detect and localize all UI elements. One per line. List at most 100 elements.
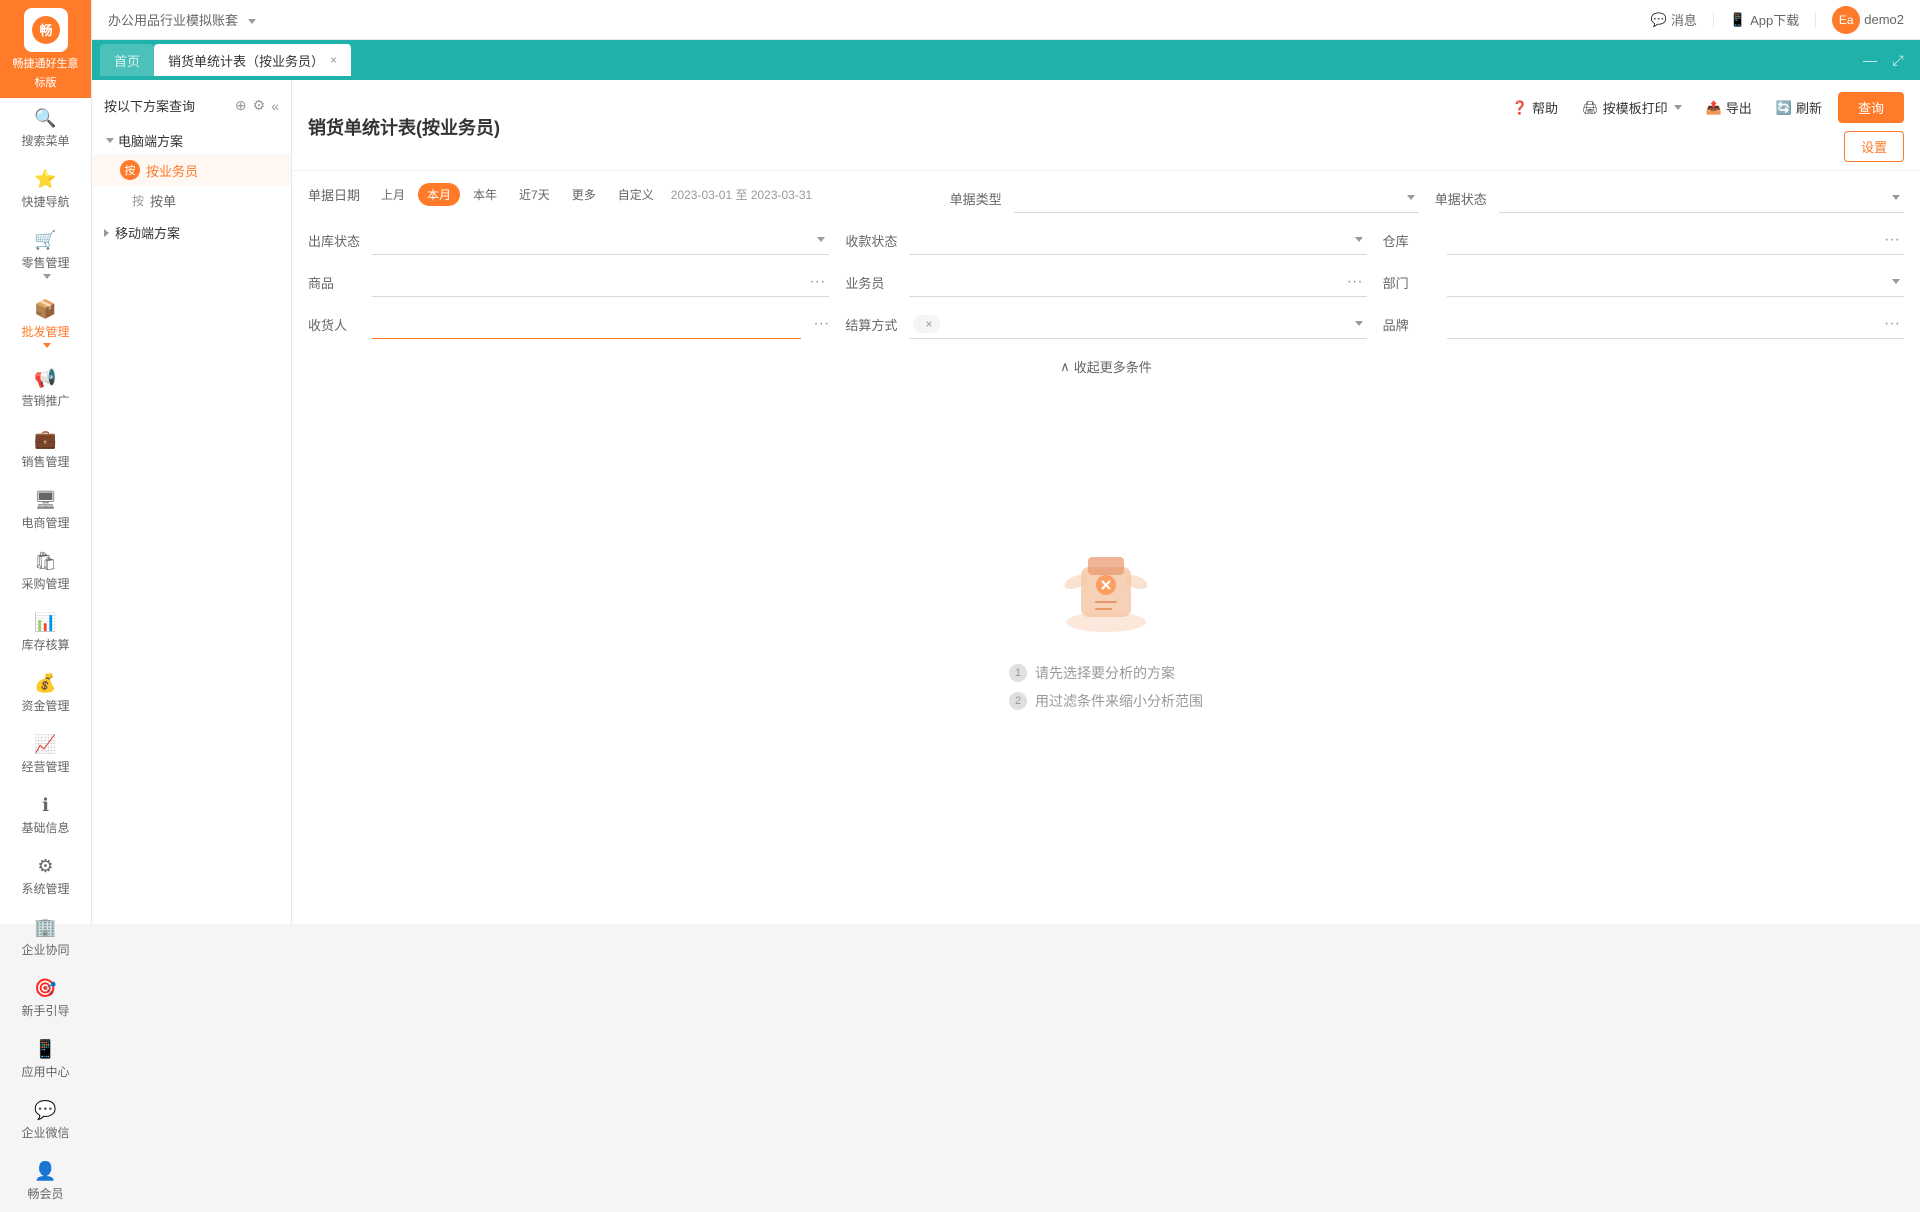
date-btn-last-month[interactable]: 上月 <box>372 183 414 206</box>
order-type-label: 单据类型 <box>950 189 1006 208</box>
order-status-label: 单据状态 <box>1435 189 1491 208</box>
collapse-label: 收起更多条件 <box>1074 357 1152 376</box>
search-menu-icon: 🔍 <box>34 108 56 129</box>
warehouse-dots-icon[interactable]: ··· <box>1884 231 1900 249</box>
mobile-scheme-group: 移动端方案 <box>92 219 291 246</box>
tab-home[interactable]: 首页 <box>100 44 154 76</box>
sidebar-item-member[interactable]: 👤 畅会员 <box>0 1151 91 1212</box>
consignee-input[interactable] <box>372 309 801 339</box>
sidebar-item-enterprise-wechat[interactable]: 💬 企业微信 <box>0 1090 91 1151</box>
scheme-settings-button[interactable]: ⚙ <box>253 97 266 114</box>
date-range-display: 2023-03-01 至 2023-03-31 <box>671 186 812 203</box>
department-field: 部门 <box>1383 267 1904 297</box>
collapse-bar[interactable]: ∧ 收起更多条件 <box>308 351 1904 382</box>
sidebar-item-enterprise[interactable]: 🏢 企业协同 <box>0 907 91 968</box>
message-button[interactable]: 💬 消息 <box>1651 10 1697 29</box>
payment-method-label: 结算方式 <box>845 315 901 334</box>
window-maximize-button[interactable]: ⤢ <box>1888 50 1908 70</box>
print-icon: 🖨 <box>1582 100 1599 116</box>
consignee-dots-icon[interactable]: ··· <box>813 315 829 333</box>
sidebar-item-label: 电商管理 <box>21 514 69 531</box>
filter-row-4: 收货人 ··· 结算方式 × <box>308 309 1904 339</box>
sidebar: 畅 畅捷通好生意 标版 🔍 搜索菜单 ⭐ 快捷导航 🛒 零售管理 📦 批发管理 … <box>0 0 92 924</box>
scheme-item-icon: 按 <box>120 160 140 180</box>
sidebar-item-label: 营销推广 <box>21 392 69 409</box>
print-button[interactable]: 🖨 按模板打印 <box>1574 94 1690 121</box>
date-btn-this-year[interactable]: 本年 <box>464 183 506 206</box>
sidebar-item-label: 销售管理 <box>21 453 69 470</box>
brand-dots-icon[interactable]: ··· <box>1884 315 1900 333</box>
sidebar-item-wholesale[interactable]: 📦 批发管理 <box>0 289 91 358</box>
mobile-scheme-header[interactable]: 移动端方案 <box>92 219 291 246</box>
operations-icon: 📈 <box>34 734 56 755</box>
scheme-item-by-order[interactable]: 按 按单 <box>92 186 291 215</box>
warehouse-field: 仓库 ··· <box>1383 225 1904 255</box>
sidebar-item-quick-nav[interactable]: ⭐ 快捷导航 <box>0 159 91 220</box>
tab-close-icon[interactable]: × <box>330 53 337 67</box>
date-btn-more[interactable]: 更多 <box>563 183 605 206</box>
right-content: 销货单统计表(按业务员) ❓ 帮助 🖨 按模板打印 <box>292 80 1920 924</box>
query-button[interactable]: 查询 <box>1838 92 1904 123</box>
goods-input[interactable]: ··· <box>372 267 829 297</box>
date-btn-7days[interactable]: 近7天 <box>510 183 559 206</box>
user-area[interactable]: Ea demo2 <box>1832 6 1904 34</box>
sidebar-item-inventory[interactable]: 📊 库存核算 <box>0 602 91 663</box>
date-btn-custom[interactable]: 自定义 <box>609 183 663 206</box>
goods-dots-icon[interactable]: ··· <box>809 273 825 291</box>
settings-button[interactable]: 设置 <box>1844 131 1904 162</box>
sidebar-item-search-menu[interactable]: 🔍 搜索菜单 <box>0 98 91 159</box>
refresh-button[interactable]: 🔄 刷新 <box>1768 94 1830 121</box>
export-button[interactable]: 📤 导出 <box>1698 94 1760 121</box>
sidebar-item-new-guide[interactable]: 🎯 新手引导 <box>0 968 91 1029</box>
finance-icon: 💰 <box>34 673 56 694</box>
scheme-item-by-salesperson[interactable]: 按 按业务员 <box>92 154 291 186</box>
payment-tag-close[interactable]: × <box>925 317 932 331</box>
brand-field: 品牌 ··· <box>1383 309 1904 339</box>
window-minimize-button[interactable]: — <box>1860 50 1880 70</box>
sidebar-item-label: 批发管理 <box>21 323 69 340</box>
sidebar-item-retail[interactable]: 🛒 零售管理 <box>0 220 91 289</box>
app-download-button[interactable]: 📱 App下载 <box>1730 10 1799 29</box>
sidebar-item-label: 应用中心 <box>21 1063 69 1080</box>
sidebar-item-marketing[interactable]: 📢 营销推广 <box>0 358 91 419</box>
collapse-panel-button[interactable]: « <box>271 98 279 114</box>
app-logo[interactable]: 畅 畅捷通好生意 标版 <box>0 0 91 98</box>
sidebar-item-base-info[interactable]: ℹ 基础信息 <box>0 785 91 846</box>
logo-icon: 畅 <box>24 8 68 52</box>
order-type-select[interactable] <box>1014 183 1419 213</box>
sidebar-item-sales[interactable]: 💼 销售管理 <box>0 419 91 480</box>
sidebar-item-system[interactable]: ⚙ 系统管理 <box>0 846 91 907</box>
help-label: 帮助 <box>1532 98 1558 117</box>
sidebar-item-label: 零售管理 <box>21 254 69 271</box>
date-btn-this-month[interactable]: 本月 <box>418 183 460 206</box>
sidebar-item-purchase[interactable]: 🛍 采购管理 <box>0 541 91 602</box>
desktop-expand-icon <box>106 138 114 143</box>
salesperson-dots-icon[interactable]: ··· <box>1347 273 1363 291</box>
brand-input[interactable]: ··· <box>1447 309 1904 339</box>
topbar-left: 办公用品行业模拟账套 <box>108 10 256 29</box>
filter-row-2: 出库状态 收款状态 仓库 <box>308 225 1904 255</box>
tab-sales-stat[interactable]: 销货单统计表（按业务员） × <box>154 44 351 76</box>
empty-hint-2: 2 用过滤条件来缩小分析范围 <box>1009 691 1203 711</box>
help-button[interactable]: ❓ 帮助 <box>1504 94 1566 121</box>
order-status-select[interactable] <box>1499 183 1904 213</box>
warehouse-input[interactable]: ··· <box>1447 225 1904 255</box>
sidebar-item-app-center[interactable]: 📱 应用中心 <box>0 1029 91 1090</box>
add-scheme-button[interactable]: ⊕ <box>235 97 247 114</box>
order-type-chevron <box>1407 195 1415 200</box>
empty-illustration <box>1046 527 1166 647</box>
purchase-icon: 🛍 <box>34 551 57 572</box>
receipt-status-select[interactable] <box>909 225 1366 255</box>
sidebar-item-finance[interactable]: 💰 资金管理 <box>0 663 91 724</box>
department-select[interactable] <box>1447 267 1904 297</box>
order-type-field: 单据类型 <box>950 183 1419 213</box>
payment-method-select[interactable]: × <box>909 309 1366 339</box>
out-status-select[interactable] <box>372 225 829 255</box>
department-label: 部门 <box>1383 273 1439 292</box>
company-dropdown[interactable] <box>246 12 256 27</box>
sidebar-item-operations[interactable]: 📈 经营管理 <box>0 724 91 785</box>
desktop-scheme-header[interactable]: 电脑端方案 <box>92 127 291 154</box>
salesperson-input[interactable]: ··· <box>909 267 1366 297</box>
sidebar-item-ecommerce[interactable]: 🖥 电商管理 <box>0 480 91 541</box>
sub-item-icon: 按 <box>132 192 144 209</box>
